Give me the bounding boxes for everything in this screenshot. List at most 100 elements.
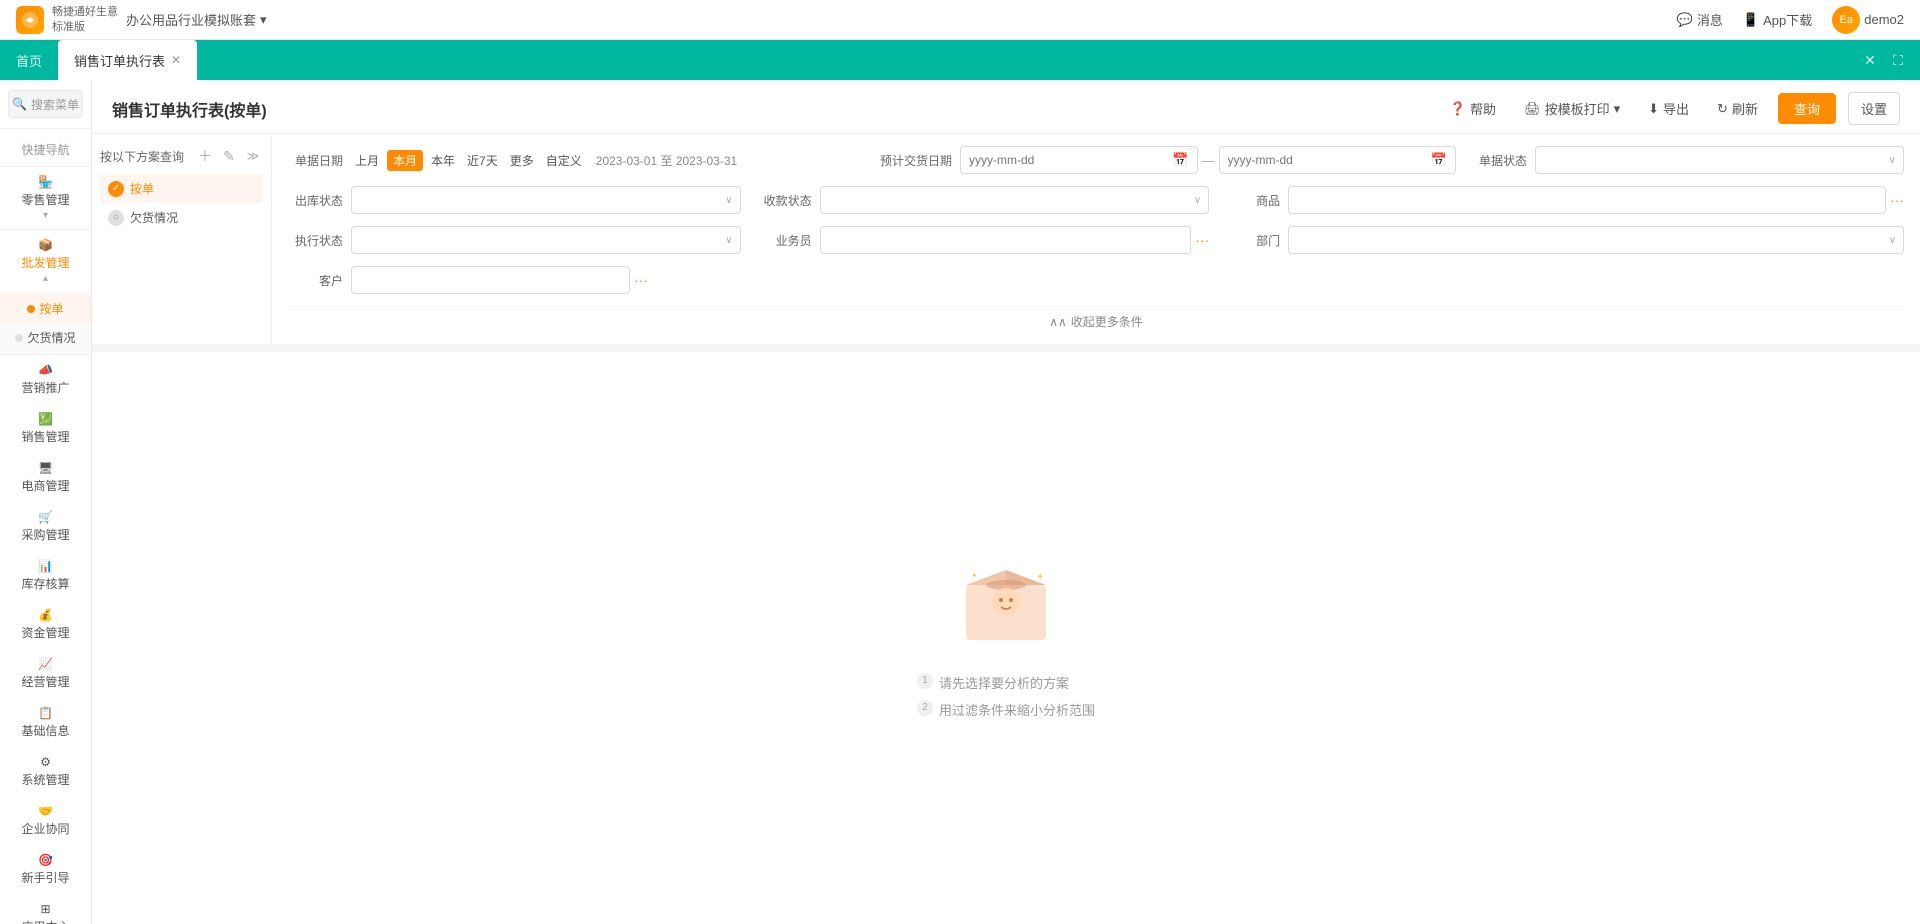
print-template-button[interactable]: 🖨 按模板打印 ▾ [1516,95,1628,122]
exec-status-select[interactable] [351,226,741,254]
ecommerce-label: 电商管理 [21,477,69,494]
sidebar-item-basic-info[interactable]: 📋 基础信息 [0,698,91,747]
delivery-date-end-input[interactable] [1228,153,1427,167]
app-selector-label: 办公用品行业模拟账套 [126,10,256,29]
department-label: 部门 [1225,232,1280,249]
collapse-scheme-icon[interactable]: ≫ [243,146,263,166]
help-button[interactable]: ❓ 帮助 [1442,95,1504,122]
exec-status-select-wrapper[interactable] [351,226,741,254]
system-label: 系统管理 [21,771,69,788]
edit-scheme-icon[interactable]: ✎ [219,146,239,166]
debt-info-dot [15,334,23,342]
query-button[interactable]: 查询 [1778,93,1836,124]
sidebar-item-wholesale[interactable]: 📦 批发管理 ▴ [0,230,91,292]
filter-fields: 单据日期 上月 本月 本年 近7天 更多 自定义 2023- [272,134,1920,344]
sidebar-item-enterprise[interactable]: 🤝 企业协同 [0,796,91,845]
chevron-down-icon: ▾ [260,12,267,28]
app-selector[interactable]: 办公用品行业模拟账套 ▾ [126,10,267,29]
sidebar-item-sales-mgmt[interactable]: 💹 销售管理 [0,404,91,453]
tab-close-window-icon[interactable]: ✕ [1860,50,1880,70]
date-tab-more[interactable]: 更多 [506,150,538,171]
customer-input[interactable] [351,266,630,294]
filter-field-delivery-date: 预计交货日期 📅 — 📅 [880,146,1456,174]
add-scheme-icon[interactable]: ＋ [195,146,215,166]
new-guide-label: 新手引导 [21,869,69,886]
quick-nav-title: 快捷导航 [8,137,83,162]
delivery-date-start-input[interactable] [969,153,1168,167]
date-tab-last-month[interactable]: 上月 [351,150,383,171]
sidebar-item-inventory[interactable]: 📊 库存核算 [0,551,91,600]
logo-text: 畅捷通好生意 标准版 [52,5,118,34]
sidebar-item-finance[interactable]: 💰 资金管理 [0,600,91,649]
purchase-label: 采购管理 [21,526,69,543]
date-tab-this-year[interactable]: 本年 [427,150,459,171]
date-tab-last7[interactable]: 近7天 [463,150,502,171]
stock-out-select-wrapper[interactable] [351,186,741,214]
date-dash: — [1202,153,1215,168]
date-tab-custom[interactable]: 自定义 [542,150,586,171]
finance-label: 资金管理 [21,624,69,641]
retail-icon: 🏪 [38,175,53,189]
order-status-select[interactable] [1535,146,1904,174]
scheme-item-debt-info[interactable]: ○ 欠货情况 [100,203,263,232]
sidebar-item-marketing[interactable]: 📣 营销推广 [0,355,91,404]
department-select-wrapper[interactable] [1288,226,1904,254]
date-tab-this-month[interactable]: 本月 [387,150,423,171]
tab-home[interactable]: 首页 [0,40,58,80]
export-button[interactable]: ⬇ 导出 [1640,95,1697,122]
filter-field-date: 单据日期 上月 本月 本年 近7天 更多 自定义 2023- [288,150,864,171]
department-select[interactable] [1288,226,1904,254]
sidebar-item-retail[interactable]: 🏪 零售管理 ▾ [0,167,91,229]
order-status-select-wrapper[interactable] [1535,146,1904,174]
sidebar-sub-item-press-order[interactable]: 按单 [0,294,91,323]
filter-row-4: 客户 ··· [288,266,1904,294]
press-order-scheme-dot: ✓ [108,181,124,197]
operations-icon: 📈 [38,657,53,671]
inventory-icon: 📊 [38,559,53,573]
sidebar-item-operations[interactable]: 📈 经营管理 [0,649,91,698]
sidebar-item-app-center[interactable]: ⊞ 应用中心 [0,894,91,924]
tab-sales-order-exec[interactable]: 销售订单执行表 ✕ [58,40,197,80]
press-order-dot [27,305,35,313]
sidebar-item-system[interactable]: ⚙ 系统管理 [0,747,91,796]
search-menu-button[interactable]: 🔍 搜索菜单 [8,90,83,118]
app-center-icon: ⊞ [40,902,50,916]
stock-out-select[interactable] [351,186,741,214]
tab-close-icon[interactable]: ✕ [171,53,181,67]
help-icon: ❓ [1450,101,1466,117]
app-download-button[interactable]: 📱 App下载 [1743,10,1812,29]
settings-button[interactable]: 设置 [1848,92,1900,125]
user-profile[interactable]: Ea demo2 [1832,6,1904,34]
help-label: 帮助 [1470,99,1496,118]
filter-field-department: 部门 [1225,226,1904,254]
sidebar-item-new-guide[interactable]: 🎯 新手引导 [0,845,91,894]
sales-mgmt-label: 销售管理 [21,428,69,445]
goods-more-icon[interactable]: ··· [1890,192,1904,208]
collection-select-wrapper[interactable] [820,186,1210,214]
salesperson-more-icon[interactable]: ··· [1195,232,1209,248]
date-field-label: 单据日期 [288,152,343,169]
sidebar-sub-item-debt-info[interactable]: 欠货情况 [0,323,91,352]
refresh-button[interactable]: ↻ 刷新 [1709,95,1766,122]
calendar-start-icon: 📅 [1172,152,1188,168]
wholesale-expand-icon: ▴ [43,273,48,284]
message-button[interactable]: 💬 消息 [1677,10,1723,29]
sidebar-item-ecommerce[interactable]: 🖥 电商管理 [0,453,91,502]
tab-fullscreen-icon[interactable]: ⛶ [1888,50,1908,70]
collapse-more-button[interactable]: ∧∧ 收起更多条件 [1049,313,1143,330]
sidebar-item-purchase[interactable]: 🛒 采购管理 [0,502,91,551]
salesperson-input[interactable] [820,226,1192,254]
collection-select[interactable] [820,186,1210,214]
goods-label: 商品 [1225,192,1280,209]
customer-more-icon[interactable]: ··· [634,272,648,288]
sidebar-search: 🔍 搜索菜单 [0,80,91,129]
page-actions: ❓ 帮助 🖨 按模板打印 ▾ ⬇ 导出 ↻ 刷新 查询 设置 [1442,92,1900,125]
debt-info-label: 欠货情况 [27,329,75,346]
sales-order-exec-tab-label: 销售订单执行表 [74,51,165,70]
system-icon: ⚙ [40,755,51,769]
filter-field-stock-out: 出库状态 [288,186,741,214]
goods-input[interactable] [1288,186,1886,214]
sidebar-group-wholesale: 📦 批发管理 ▴ 按单 欠货情况 [0,230,91,355]
scheme-item-press-order[interactable]: ✓ 按单 [100,174,263,203]
wholesale-label: 批发管理 [21,254,69,271]
